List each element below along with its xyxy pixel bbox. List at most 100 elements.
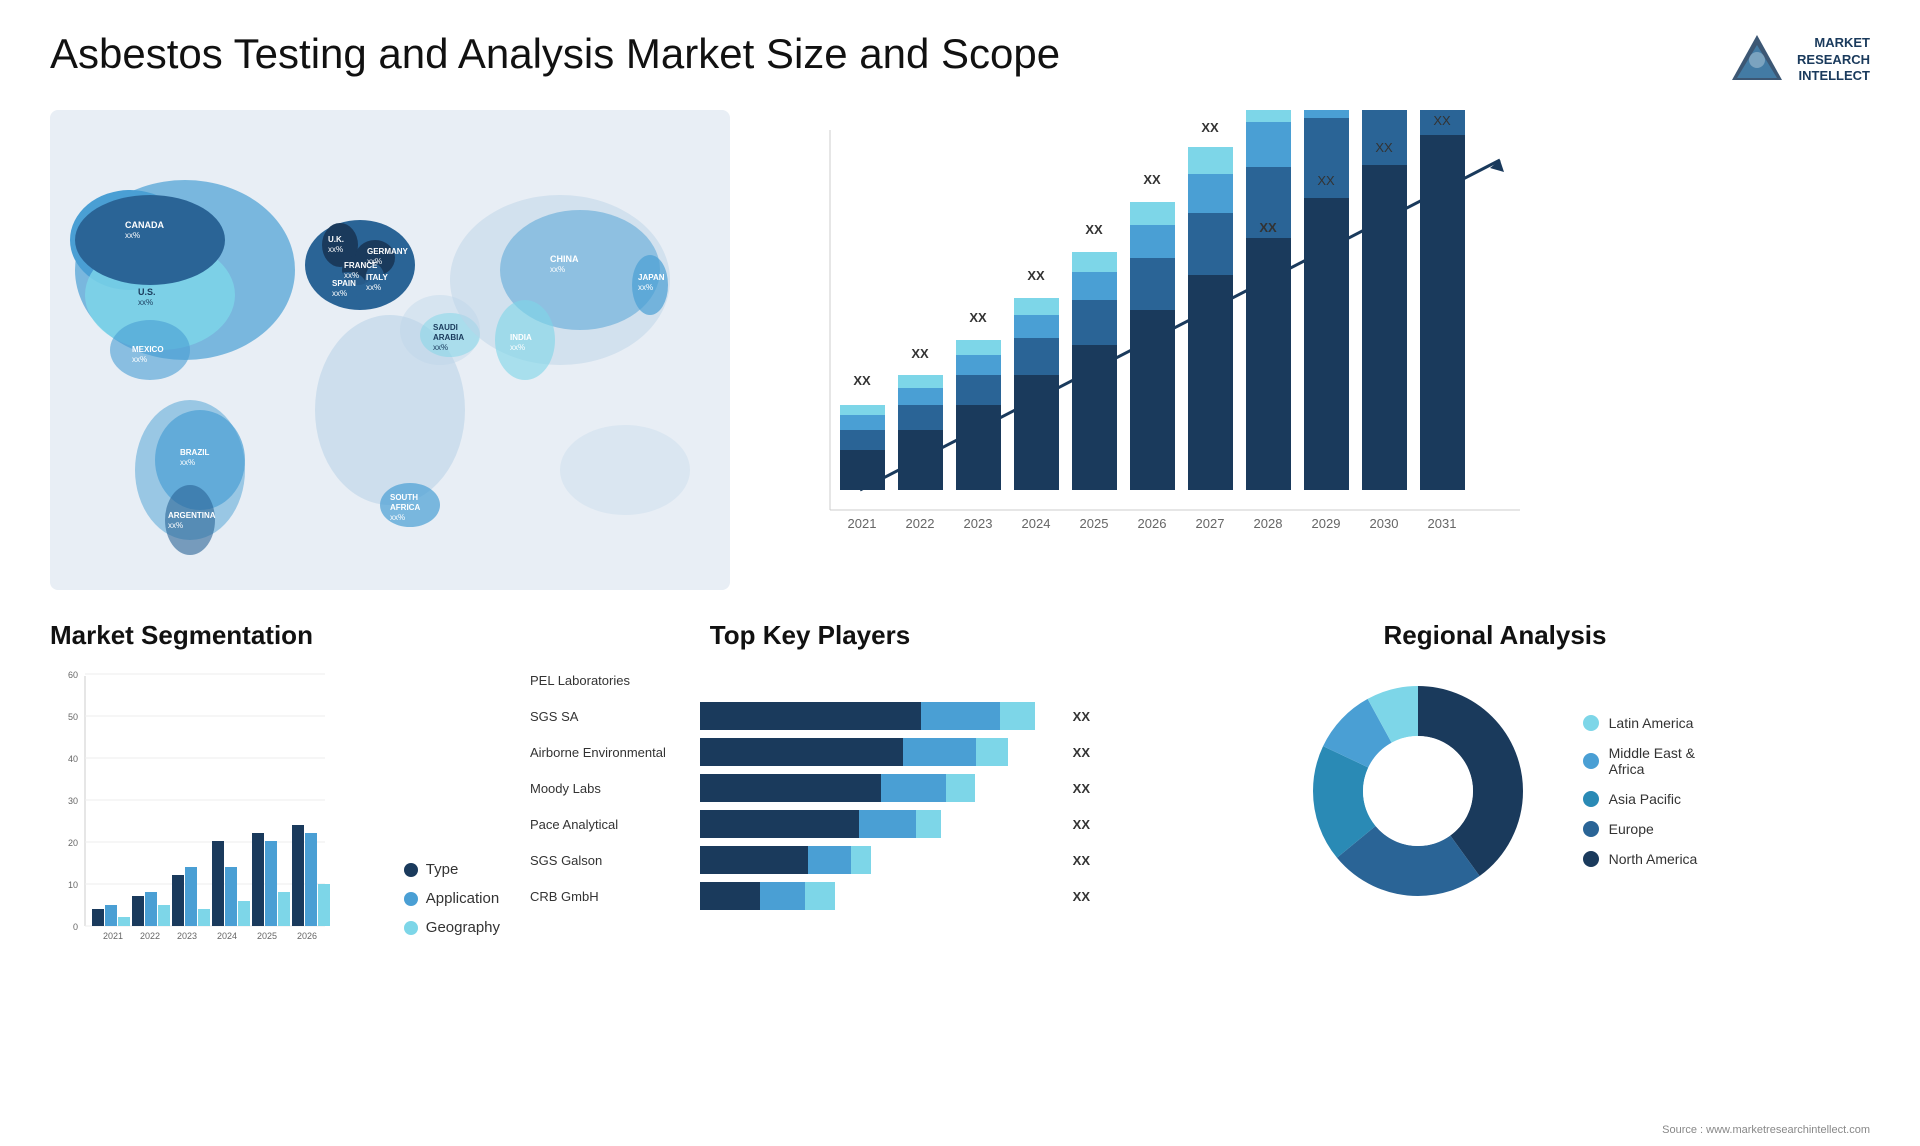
svg-text:2027: 2027 [1196,516,1225,531]
svg-text:2025: 2025 [1080,516,1109,531]
svg-text:ARGENTINA: ARGENTINA [168,511,216,520]
svg-text:SPAIN: SPAIN [332,279,356,288]
reg-dot-asia-pacific [1583,791,1599,807]
player-name-pel: PEL Laboratories [530,673,690,688]
regional-content: Latin America Middle East &Africa Asia P… [1120,666,1870,916]
legend-application: Application [404,890,500,907]
player-name-sgs: SGS SA [530,709,690,724]
svg-text:60: 60 [68,670,78,680]
svg-text:BRAZIL: BRAZIL [180,448,209,457]
bottom-row: Market Segmentation 0 10 20 [50,620,1870,1000]
player-value-crb: XX [1073,889,1090,904]
svg-text:2022: 2022 [906,516,935,531]
map-section: CANADA xx% U.S. xx% MEXICO xx% BRAZIL xx… [50,110,730,590]
svg-text:xx%: xx% [328,245,343,254]
logo-text: MARKET RESEARCH INTELLECT [1797,35,1870,86]
svg-text:xx%: xx% [366,283,381,292]
donut-chart [1293,666,1543,916]
svg-text:2026: 2026 [297,931,317,941]
svg-text:GERMANY: GERMANY [367,247,409,256]
svg-text:XX: XX [1317,173,1335,188]
regional-legend: Latin America Middle East &Africa Asia P… [1583,715,1698,867]
svg-text:2029: 2029 [1312,516,1341,531]
svg-text:SOUTH: SOUTH [390,493,418,502]
player-bar-pace [700,810,1057,838]
svg-text:0: 0 [73,922,78,932]
svg-text:ARABIA: ARABIA [433,333,464,342]
segmentation-section: Market Segmentation 0 10 20 [50,620,500,1000]
svg-text:30: 30 [68,796,78,806]
donut-svg [1293,666,1543,916]
svg-text:2030: 2030 [1370,516,1399,531]
svg-text:50: 50 [68,712,78,722]
player-name-moody: Moody Labs [530,781,690,796]
player-name-airborne: Airborne Environmental [530,745,690,760]
reg-legend-asia-pacific: Asia Pacific [1583,791,1698,807]
regional-section: Regional Analysis [1120,620,1870,1000]
seg-chart: 0 10 20 30 40 50 60 [50,666,384,966]
reg-label-mea: Middle East &Africa [1609,745,1695,777]
svg-text:2031: 2031 [1428,516,1457,531]
svg-text:2021: 2021 [848,516,877,531]
player-value-sgs-galson: XX [1073,853,1090,868]
svg-text:2028: 2028 [1254,516,1283,531]
segmentation-chart-svg: 0 10 20 30 40 50 60 [50,666,330,966]
svg-text:XX: XX [1085,222,1103,237]
svg-text:XX: XX [1201,120,1219,135]
svg-text:XX: XX [1143,172,1161,187]
svg-text:U.S.: U.S. [138,287,156,297]
player-value-airborne: XX [1073,745,1090,760]
svg-text:xx%: xx% [168,521,183,530]
svg-text:2026: 2026 [1138,516,1167,531]
player-bar-crb [700,882,1057,910]
player-row-sgs: SGS SA XX [530,702,1090,730]
logo-icon [1727,30,1787,90]
svg-text:40: 40 [68,754,78,764]
svg-text:SAUDI: SAUDI [433,323,458,332]
seg-legend: Type Application Geography [404,861,500,966]
legend-label-geography: Geography [426,919,500,936]
svg-text:xx%: xx% [332,289,347,298]
player-row-pace: Pace Analytical XX [530,810,1090,838]
svg-text:MEXICO: MEXICO [132,345,164,354]
legend-dot-application [404,892,418,906]
svg-text:2024: 2024 [217,931,237,941]
reg-dot-latin-america [1583,715,1599,731]
svg-text:2021: 2021 [103,931,123,941]
svg-text:xx%: xx% [390,513,405,522]
svg-text:U.K.: U.K. [328,235,344,244]
player-bar-pel [700,666,1090,694]
legend-geography: Geography [404,919,500,936]
bar-chart-section: XX 2021 XX 2022 XX 2023 [760,110,1870,590]
page-container: Asbestos Testing and Analysis Market Siz… [0,0,1920,1146]
svg-text:XX: XX [853,373,871,388]
player-bar-moody [700,774,1057,802]
svg-text:2025: 2025 [257,931,277,941]
top-row: CANADA xx% U.S. xx% MEXICO xx% BRAZIL xx… [50,110,1870,590]
svg-text:xx%: xx% [125,231,140,240]
reg-dot-europe [1583,821,1599,837]
svg-text:xx%: xx% [638,283,653,292]
svg-text:XX: XX [969,310,987,325]
player-bar-sgs [700,702,1057,730]
logo-area: MARKET RESEARCH INTELLECT [1727,30,1870,90]
reg-dot-mea [1583,753,1599,769]
world-map: CANADA xx% U.S. xx% MEXICO xx% BRAZIL xx… [50,110,730,590]
svg-text:CHINA: CHINA [550,254,579,264]
legend-type: Type [404,861,500,878]
svg-text:xx%: xx% [180,458,195,467]
reg-label-asia-pacific: Asia Pacific [1609,791,1681,807]
reg-legend-europe: Europe [1583,821,1698,837]
svg-text:XX: XX [1433,113,1451,128]
svg-text:2023: 2023 [964,516,993,531]
reg-legend-north-america: North America [1583,851,1698,867]
page-title: Asbestos Testing and Analysis Market Siz… [50,30,1060,78]
player-name-crb: CRB GmbH [530,889,690,904]
svg-text:xx%: xx% [550,265,565,274]
reg-legend-latin-america: Latin America [1583,715,1698,731]
svg-text:xx%: xx% [132,355,147,364]
svg-text:2023: 2023 [177,931,197,941]
svg-text:JAPAN: JAPAN [638,273,665,282]
svg-text:xx%: xx% [510,343,525,352]
reg-label-latin-america: Latin America [1609,715,1694,731]
